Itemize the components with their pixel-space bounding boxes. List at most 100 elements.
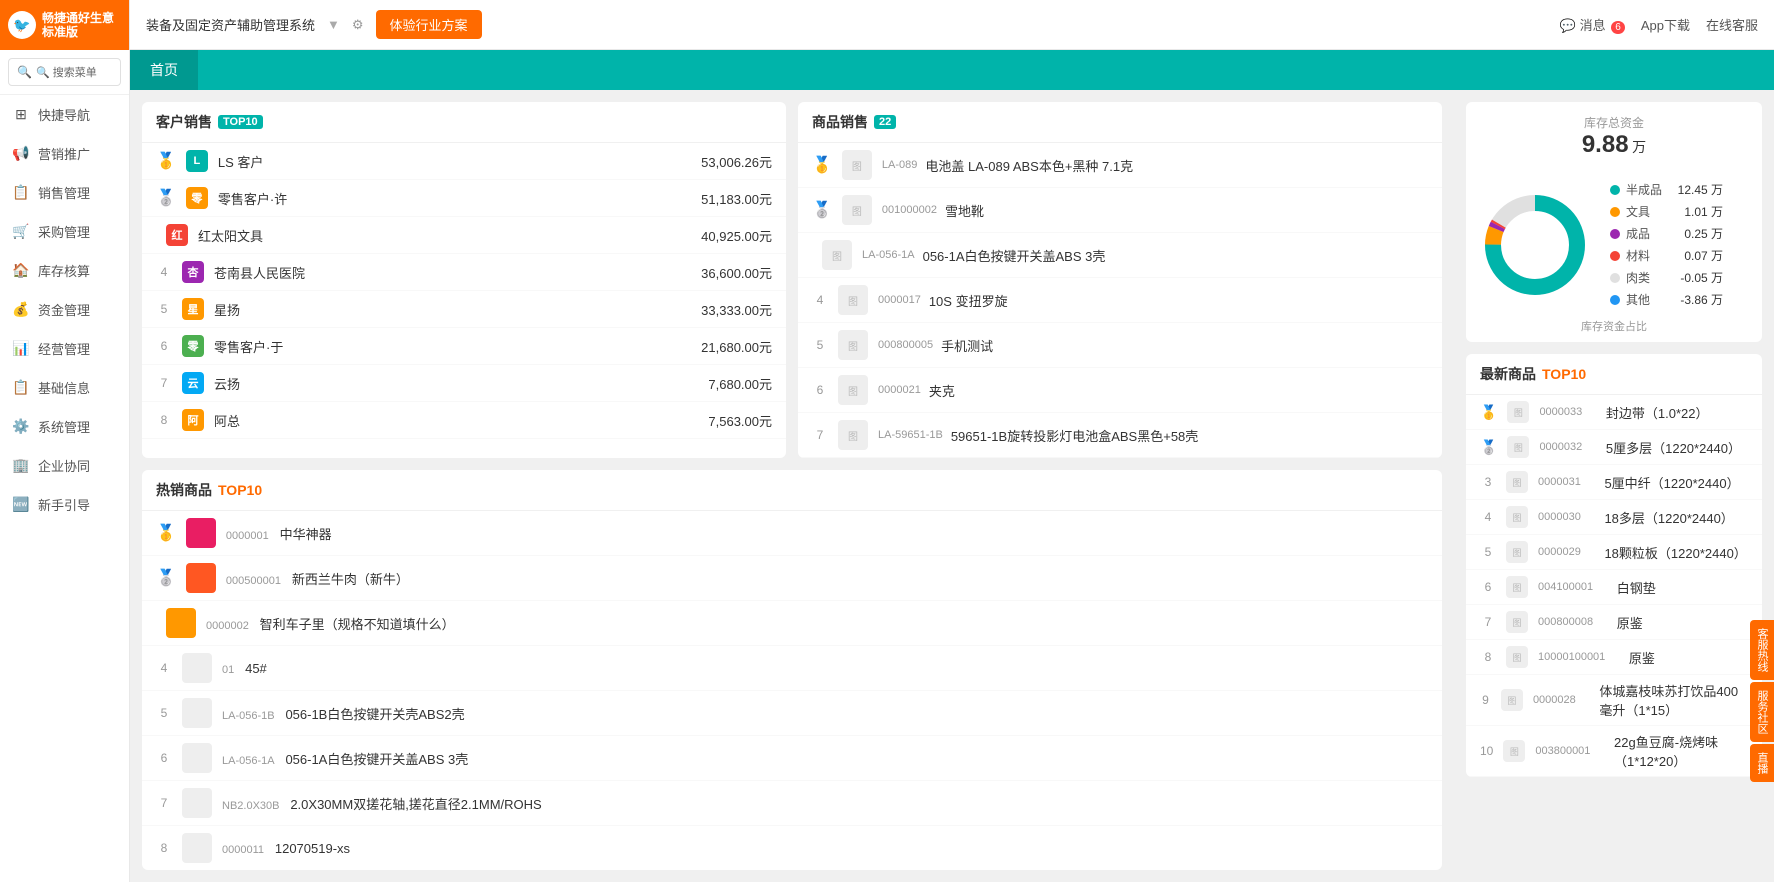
message-item[interactable]: 💬 消息 6 — [1560, 15, 1625, 34]
customer-service-link[interactable]: 在线客服 — [1706, 15, 1758, 34]
message-badge: 6 — [1611, 21, 1625, 34]
product-row[interactable]: 9 图 0000028 体城嘉枝味苏打饮品400毫升（1*15） — [1466, 675, 1762, 726]
product-code: 001000002 — [882, 204, 937, 216]
table-row[interactable]: 6 零 零售客户·于 21,680.00元 — [142, 328, 786, 365]
product-name: 体城嘉枝味苏打饮品400毫升（1*15） — [1599, 681, 1748, 719]
product-row[interactable]: 图 LA-056-1A 056-1A白色按键开关盖ABS 3壳 — [798, 233, 1442, 278]
rank-number: 6 — [812, 383, 828, 397]
table-row[interactable]: 🥈 零 零售客户·许 51,183.00元 — [142, 180, 786, 217]
sidebar-item-quick-nav[interactable]: ⊞快捷导航 — [0, 95, 129, 134]
rank-number: 6 — [1480, 580, 1496, 594]
product-name: 59651-1B旋转投影灯电池盒ABS黑色+58壳 — [951, 426, 1198, 445]
product-row[interactable]: 7 图 000800008 原鉴 — [1466, 605, 1762, 640]
table-row[interactable]: 4 杏 苍南县人民医院 36,600.00元 — [142, 254, 786, 291]
product-thumb — [182, 833, 212, 863]
product-row[interactable]: 🥇 图 LA-089 电池盖 LA-089 ABS本色+黑种 7.1克 — [798, 143, 1442, 188]
sidebar-item-system[interactable]: ⚙️系统管理 — [0, 407, 129, 446]
customer-avatar: L — [186, 150, 208, 172]
legend-dot — [1610, 295, 1620, 305]
sidebar-item-base-info[interactable]: 📋基础信息 — [0, 368, 129, 407]
product-row[interactable]: 7 图 LA-59651-1B 59651-1B旋转投影灯电池盒ABS黑色+58… — [798, 413, 1442, 458]
gear-icon[interactable]: ⚙ — [352, 17, 364, 33]
product-row[interactable]: 10 图 003800001 22g鱼豆腐-烧烤味（1*12*20） — [1466, 726, 1762, 777]
product-name: 22g鱼豆腐-烧烤味（1*12*20） — [1614, 732, 1748, 770]
sold-products-list: 🥇 图 LA-089 电池盖 LA-089 ABS本色+黑种 7.1克 🥈 图 … — [798, 143, 1442, 458]
product-row[interactable]: 6 图 0000021 夹克 — [798, 368, 1442, 413]
legend-item: 其他 -3.86 万 — [1610, 291, 1723, 308]
customer-avatar: 杏 — [182, 261, 204, 283]
product-info: NB2.0X30B 2.0X30MM双搓花轴,搓花直径2.1MM/ROHS — [222, 794, 1428, 813]
product-thumb: 图 — [1503, 740, 1525, 762]
service-community-btn[interactable]: 服务社区 — [1750, 682, 1774, 742]
table-row[interactable]: 8 阿 阿总 7,563.00元 — [142, 402, 786, 439]
app-download-link[interactable]: App下载 — [1641, 15, 1690, 34]
product-row[interactable]: 7 NB2.0X30B 2.0X30MM双搓花轴,搓花直径2.1MM/ROHS — [142, 781, 1442, 826]
sidebar-item-inventory[interactable]: 🏠库存核算 — [0, 251, 129, 290]
product-code: 0000029 — [1538, 546, 1581, 558]
product-row[interactable]: 4 01 45# — [142, 646, 1442, 691]
product-row[interactable]: 5 LA-056-1B 056-1B白色按键开关壳ABS2壳 — [142, 691, 1442, 736]
product-code: 0000021 — [878, 384, 921, 396]
table-row[interactable]: 🥇 L LS 客户 53,006.26元 — [142, 143, 786, 180]
product-row[interactable]: 6 LA-056-1A 056-1A白色按键开关盖ABS 3壳 — [142, 736, 1442, 781]
product-row[interactable]: 8 图 10000100001 原鉴 — [1466, 640, 1762, 675]
product-row[interactable]: 4 图 0000017 10S 变扭罗旋 — [798, 278, 1442, 323]
product-row[interactable]: 0000002 智利车子里（规格不知道填什么） — [142, 601, 1442, 646]
legend-dot — [1610, 185, 1620, 195]
sidebar: 🐦 畅捷通好生意 标准版 🔍 🔍 搜索菜单 ⊞快捷导航📢营销推广📋销售管理🛒采购… — [0, 0, 130, 882]
product-info: 0000017 10S 变扭罗旋 — [878, 291, 1428, 310]
nav-icon-quick-nav: ⊞ — [12, 106, 30, 123]
product-name: 夹克 — [929, 381, 955, 400]
table-row[interactable]: 5 星 星扬 33,333.00元 — [142, 291, 786, 328]
product-row[interactable]: 6 图 004100001 白钢垫 — [1466, 570, 1762, 605]
product-code: LA-59651-1B — [878, 429, 943, 441]
sidebar-item-sales[interactable]: 📋销售管理 — [0, 173, 129, 212]
sidebar-item-enterprise[interactable]: 🏢企业协同 — [0, 446, 129, 485]
content-right: 库存总资金 9.88 万 — [1454, 90, 1774, 882]
product-name: 5厘中纤（1220*2440） — [1604, 473, 1739, 492]
product-code: 10000100001 — [1538, 651, 1605, 663]
product-row[interactable]: 🥈 000500001 新西兰牛肉（新牛） — [142, 556, 1442, 601]
product-row[interactable]: 3 图 0000031 5厘中纤（1220*2440） — [1466, 465, 1762, 500]
legend-item: 成品 0.25 万 — [1610, 225, 1723, 242]
product-row[interactable]: 5 图 000800005 手机测试 — [798, 323, 1442, 368]
table-row[interactable]: 7 云 云扬 7,680.00元 — [142, 365, 786, 402]
customer-amount: 51,183.00元 — [701, 189, 772, 208]
inventory-card: 库存总资金 9.88 万 — [1466, 102, 1762, 342]
inventory-chart-label: 库存资金占比 — [1466, 318, 1762, 342]
rank-number: 7 — [1480, 615, 1496, 629]
product-row[interactable]: 🥇 图 0000033 封边带（1.0*22） — [1466, 395, 1762, 430]
tab-home[interactable]: 首页 — [130, 50, 198, 90]
legend-value: 12.45 万 — [1668, 181, 1723, 198]
product-info: 01 45# — [222, 661, 1428, 676]
live-btn[interactable]: 直播 — [1750, 744, 1774, 782]
product-row[interactable]: 5 图 0000029 18颗粒板（1220*2440） — [1466, 535, 1762, 570]
sidebar-item-guide[interactable]: 🆕新手引导 — [0, 485, 129, 524]
product-row[interactable]: 🥇 0000001 中华神器 — [142, 511, 1442, 556]
search-menu-button[interactable]: 🔍 🔍 搜索菜单 — [8, 58, 121, 86]
nav-icon-base-info: 📋 — [12, 379, 30, 396]
product-code: 0000030 — [1538, 511, 1581, 523]
customer-avatar: 零 — [186, 187, 208, 209]
nav-label-finance: 资金管理 — [38, 300, 90, 319]
legend-value: -3.86 万 — [1668, 291, 1723, 308]
trial-button[interactable]: 体验行业方案 — [376, 10, 482, 39]
rank-number: 6 — [156, 751, 172, 765]
sidebar-item-purchase[interactable]: 🛒采购管理 — [0, 212, 129, 251]
sidebar-search[interactable]: 🔍 🔍 搜索菜单 — [0, 50, 129, 95]
sold-products-card: 商品销售 22 🥇 图 LA-089 电池盖 LA-089 ABS本色+黑种 7… — [798, 102, 1442, 458]
cs-hotline-btn[interactable]: 客服热线 — [1750, 620, 1774, 680]
inventory-total: 库存总资金 9.88 万 — [1466, 102, 1762, 171]
product-info: 001000002 雪地靴 — [882, 201, 1428, 220]
sidebar-item-finance[interactable]: 💰资金管理 — [0, 290, 129, 329]
product-row[interactable]: 4 图 0000030 18多层（1220*2440） — [1466, 500, 1762, 535]
sold-products-badge: 22 — [874, 115, 896, 129]
product-row[interactable]: 🥈 图 0000032 5厘多层（1220*2440） — [1466, 430, 1762, 465]
product-code: 0000032 — [1539, 441, 1582, 453]
rank-number: 4 — [156, 265, 172, 279]
table-row[interactable]: 红 红太阳文具 40,925.00元 — [142, 217, 786, 254]
product-row[interactable]: 8 0000011 12070519-xs — [142, 826, 1442, 870]
sidebar-item-marketing[interactable]: 📢营销推广 — [0, 134, 129, 173]
product-row[interactable]: 🥈 图 001000002 雪地靴 — [798, 188, 1442, 233]
sidebar-item-operations[interactable]: 📊经营管理 — [0, 329, 129, 368]
